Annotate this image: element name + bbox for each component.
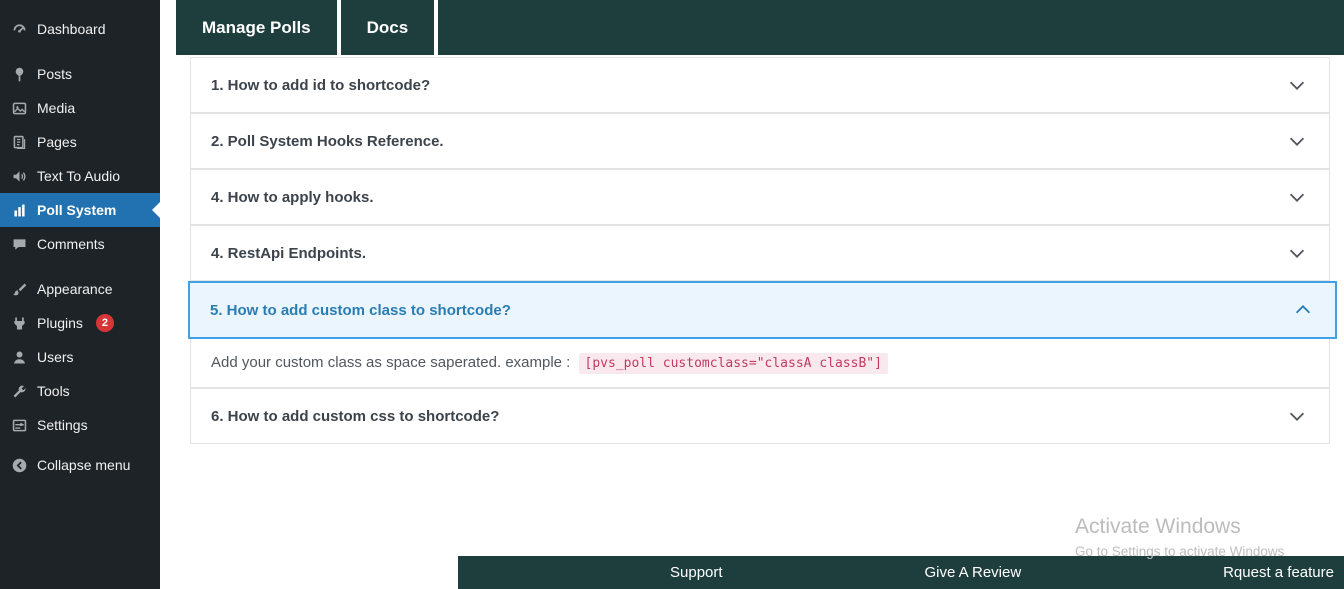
- sidebar-item-label: Settings: [37, 417, 88, 433]
- sidebar-item-plugins[interactable]: Plugins 2: [0, 306, 160, 340]
- accordion-title: 4. RestApi Endpoints.: [211, 244, 367, 262]
- sidebar-item-label: Pages: [37, 134, 77, 150]
- sidebar-item-label: Plugins: [37, 315, 83, 331]
- sidebar-item-label: Tools: [37, 383, 70, 399]
- menu-separator: [0, 261, 160, 272]
- accordion-title: 5. How to add custom class to shortcode?: [210, 301, 511, 319]
- sidebar-item-pages[interactable]: Pages: [0, 125, 160, 159]
- activate-windows-watermark: Activate Windows Go to Settings to activ…: [1075, 515, 1285, 560]
- dashboard-icon: [10, 20, 28, 38]
- menu-separator: [0, 46, 160, 57]
- docs-accordion: 1. How to add id to shortcode? 2. Poll S…: [188, 57, 1337, 444]
- sidebar-item-comments[interactable]: Comments: [0, 227, 160, 261]
- sidebar-item-label: Text To Audio: [37, 168, 121, 184]
- watermark-line2: Go to Settings to activate Windows: [1075, 544, 1285, 559]
- plug-icon: [10, 314, 28, 332]
- accordion-item-1[interactable]: 1. How to add id to shortcode?: [190, 57, 1330, 113]
- accordion-title: 1. How to add id to shortcode?: [211, 76, 431, 94]
- sidebar-item-poll-system[interactable]: Poll System: [0, 193, 160, 227]
- chevron-down-icon: [1285, 74, 1309, 96]
- sidebar-item-media[interactable]: Media: [0, 91, 160, 125]
- sidebar-item-label: Poll System: [37, 202, 117, 218]
- sidebar-item-text-to-audio[interactable]: Text To Audio: [0, 159, 160, 193]
- wrench-icon: [10, 382, 28, 400]
- accordion-item-5[interactable]: 5. How to add custom class to shortcode?: [188, 281, 1337, 339]
- accordion-title: 2. Poll System Hooks Reference.: [211, 132, 444, 150]
- sidebar-item-label: Collapse menu: [37, 457, 131, 473]
- sidebar-item-label: Dashboard: [37, 21, 106, 37]
- plugin-footer-bar: Support Give A Review Rquest a feature: [458, 556, 1344, 589]
- accordion-title: 6. How to add custom css to shortcode?: [211, 407, 500, 425]
- accordion-body-text: Add your custom class as space saperated…: [211, 354, 575, 371]
- footer-link-support[interactable]: Support: [670, 564, 723, 581]
- sidebar-item-label: Comments: [37, 236, 105, 252]
- comment-icon: [10, 235, 28, 253]
- watermark-line1: Activate Windows: [1075, 515, 1241, 538]
- tab-docs[interactable]: Docs: [340, 0, 439, 55]
- bar-chart-icon: [10, 201, 28, 219]
- media-icon: [10, 99, 28, 117]
- admin-sidebar: Dashboard Posts Media Pages Text To Audi…: [0, 0, 160, 589]
- accordion-item-2[interactable]: 2. Poll System Hooks Reference.: [190, 113, 1330, 169]
- chevron-down-icon: [1285, 130, 1309, 152]
- chevron-down-icon: [1285, 186, 1309, 208]
- chevron-down-icon: [1285, 242, 1309, 264]
- sidebar-item-label: Media: [37, 100, 76, 116]
- sidebar-item-dashboard[interactable]: Dashboard: [0, 12, 160, 46]
- footer-link-give-a-review[interactable]: Give A Review: [924, 564, 1021, 581]
- accordion-body: Add your custom class as space saperated…: [190, 339, 1330, 388]
- collapse-arrow-icon: [10, 456, 28, 474]
- sidebar-item-tools[interactable]: Tools: [0, 374, 160, 408]
- accordion-title: 4. How to apply hooks.: [211, 188, 374, 206]
- accordion-item-4[interactable]: 4. RestApi Endpoints.: [190, 225, 1330, 281]
- sidebar-item-label: Posts: [37, 66, 73, 82]
- chevron-up-icon: [1291, 299, 1315, 321]
- sidebar-item-label: Appearance: [37, 281, 113, 297]
- speaker-icon: [10, 167, 28, 185]
- tab-manage-polls[interactable]: Manage Polls: [176, 0, 341, 55]
- settings-icon: [10, 416, 28, 434]
- sidebar-item-posts[interactable]: Posts: [0, 57, 160, 91]
- plugins-update-badge: 2: [95, 314, 114, 332]
- shortcode-code: [pvs_poll customclass="classA classB"]: [578, 353, 888, 374]
- admin-menu: Dashboard Posts Media Pages Text To Audi…: [0, 0, 160, 442]
- pages-icon: [10, 133, 28, 151]
- chevron-down-icon: [1285, 405, 1309, 427]
- brush-icon: [10, 280, 28, 298]
- plugin-tab-bar: Manage Polls Docs: [176, 0, 1344, 55]
- user-icon: [10, 348, 28, 366]
- sidebar-item-appearance[interactable]: Appearance: [0, 272, 160, 306]
- sidebar-item-label: Users: [37, 349, 74, 365]
- footer-link-request-a-feature[interactable]: Rquest a feature: [1223, 564, 1334, 581]
- sidebar-collapse-menu[interactable]: Collapse menu: [0, 448, 160, 482]
- sidebar-item-settings[interactable]: Settings: [0, 408, 160, 442]
- pushpin-icon: [10, 65, 28, 83]
- accordion-item-6[interactable]: 6. How to add custom css to shortcode?: [190, 388, 1330, 444]
- sidebar-item-users[interactable]: Users: [0, 340, 160, 374]
- accordion-item-3[interactable]: 4. How to apply hooks.: [190, 169, 1330, 225]
